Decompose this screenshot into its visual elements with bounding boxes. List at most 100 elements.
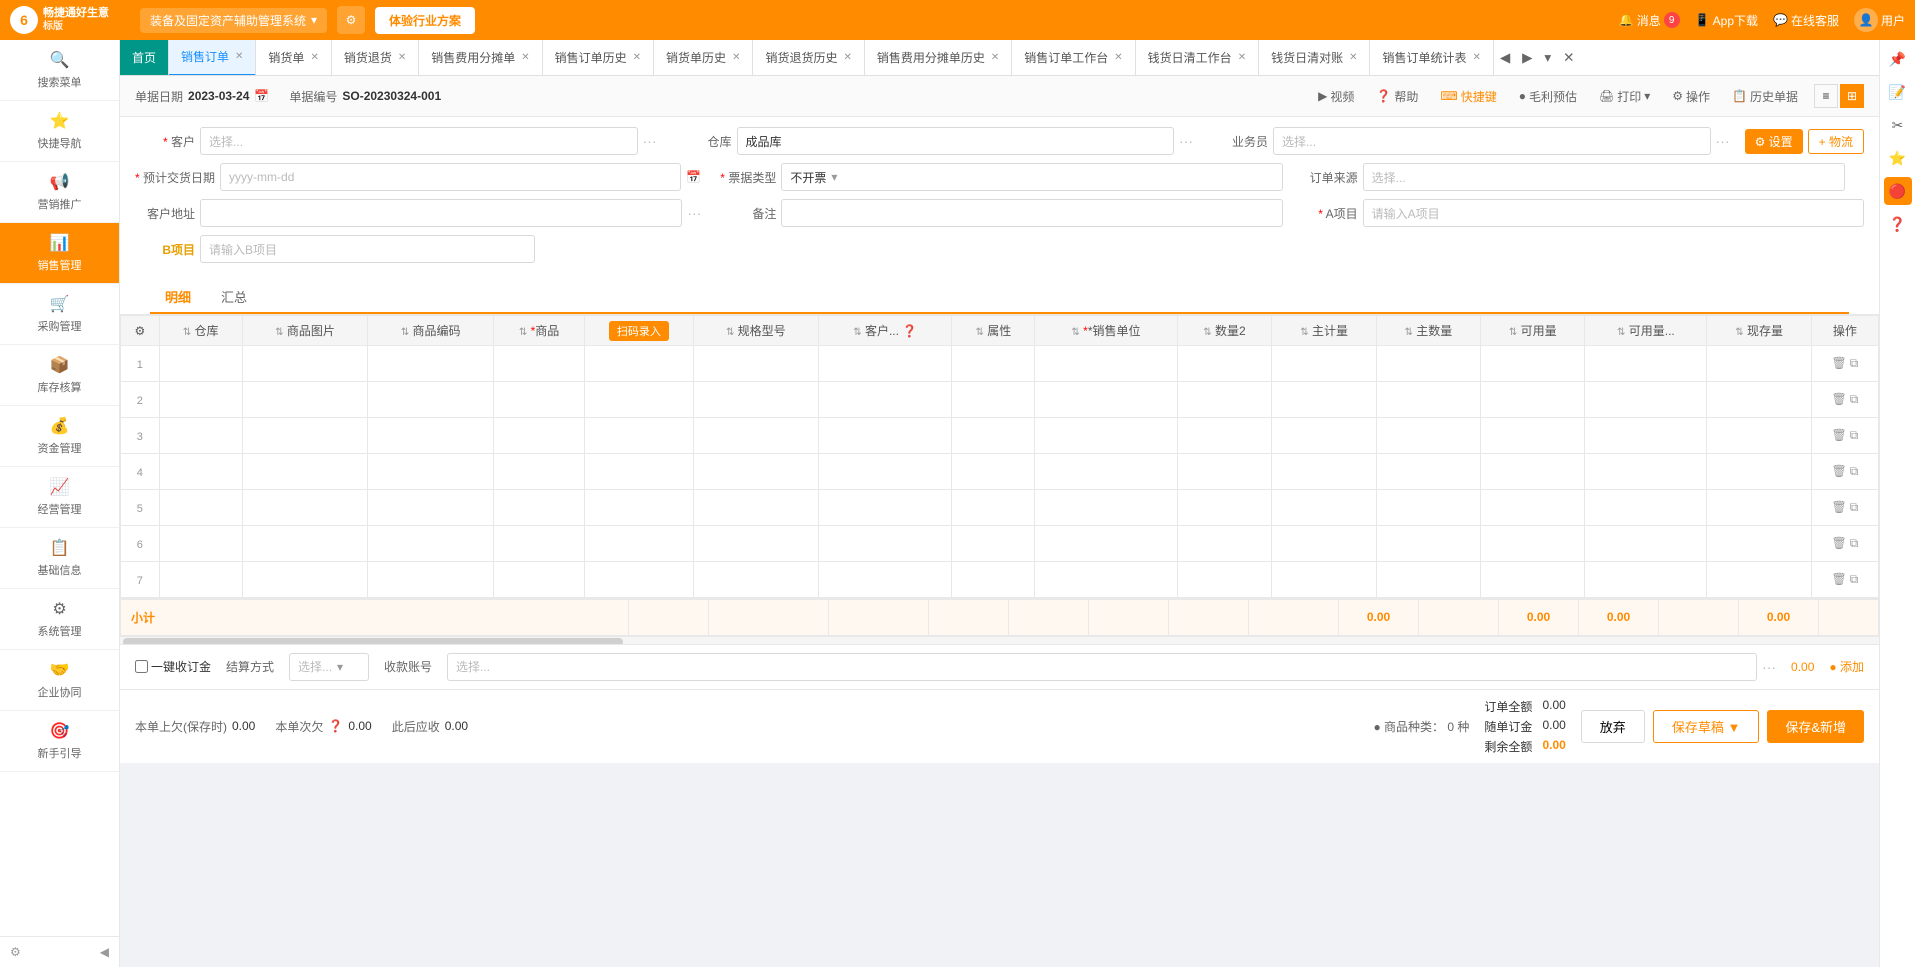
row-main-qty[interactable]: [1376, 418, 1480, 454]
tab-close-icon[interactable]: ✕: [235, 51, 243, 62]
tab-prev-button[interactable]: ◀: [1494, 40, 1516, 76]
tab-next-button[interactable]: ▶: [1516, 40, 1538, 76]
tab-close-icon[interactable]: ✕: [1349, 52, 1357, 63]
row-delete-button[interactable]: 🗑: [1831, 500, 1846, 515]
row-customer-code[interactable]: [819, 346, 952, 382]
row-name[interactable]: [493, 490, 584, 526]
row-code[interactable]: [368, 490, 494, 526]
tab-daily-reconcile[interactable]: 钱货日清对账 ✕: [1259, 40, 1370, 76]
merchandise-info-icon[interactable]: ●: [1373, 720, 1380, 734]
one-click-checkbox[interactable]: 一键收订金: [135, 658, 211, 675]
row-code[interactable]: [368, 382, 494, 418]
b-project-input[interactable]: 请输入B项目: [200, 235, 535, 263]
tab-close-icon[interactable]: ✕: [732, 52, 740, 63]
add-receipt-button[interactable]: ● 添加: [1829, 658, 1864, 675]
sidebar-item-business[interactable]: 📈 经营管理: [0, 467, 119, 528]
row-spec[interactable]: [693, 490, 819, 526]
row-delete-button[interactable]: 🗑: [1831, 572, 1846, 587]
remark-input[interactable]: [781, 199, 1282, 227]
row-main-qty[interactable]: [1376, 382, 1480, 418]
address-input[interactable]: [200, 199, 682, 227]
row-delete-button[interactable]: 🗑: [1831, 392, 1846, 407]
row-attribute[interactable]: [952, 382, 1035, 418]
receipt-account-input[interactable]: 选择...: [447, 653, 1757, 681]
row-unit[interactable]: [1035, 526, 1177, 562]
tab-close-icon[interactable]: ✕: [1473, 52, 1481, 63]
row-warehouse[interactable]: [159, 382, 242, 418]
row-warehouse[interactable]: [159, 346, 242, 382]
row-attribute[interactable]: [952, 454, 1035, 490]
row-unit[interactable]: [1035, 562, 1177, 598]
invoice-select[interactable]: 不开票 ▾: [781, 163, 1282, 191]
row-attribute[interactable]: [952, 490, 1035, 526]
sidebar-item-purchase[interactable]: 🛒 采购管理: [0, 284, 119, 345]
row-copy-button[interactable]: ⧉: [1850, 536, 1859, 551]
right-panel-help-button[interactable]: ❓: [1884, 210, 1912, 238]
row-unit[interactable]: [1035, 382, 1177, 418]
sidebar-item-sales[interactable]: 📊 销售管理: [0, 223, 119, 284]
tab-close-icon[interactable]: ✕: [991, 52, 999, 63]
delivery-input[interactable]: yyyy-mm-dd: [220, 163, 681, 191]
row-name[interactable]: [493, 346, 584, 382]
row-qty2[interactable]: [1177, 562, 1272, 598]
payment-method-select[interactable]: 选择... ▾: [289, 653, 369, 681]
right-panel-cut-button[interactable]: ✂: [1884, 111, 1912, 139]
tab-sales-order-history[interactable]: 销售订单历史 ✕: [543, 40, 654, 76]
tab-return-history[interactable]: 销货退货历史 ✕: [753, 40, 864, 76]
tab-summary[interactable]: 汇总: [206, 281, 262, 312]
tab-close-icon[interactable]: ✕: [1114, 52, 1122, 63]
row-qty2[interactable]: [1177, 346, 1272, 382]
row-name[interactable]: [493, 382, 584, 418]
tab-fee-history[interactable]: 销售费用分摊单历史 ✕: [865, 40, 1012, 76]
tab-goods-history[interactable]: 销货单历史 ✕: [654, 40, 753, 76]
tab-order-workbench[interactable]: 销售订单工作台 ✕: [1012, 40, 1135, 76]
sidebar-item-basic[interactable]: 📋 基础信息: [0, 528, 119, 589]
sidebar-item-inventory[interactable]: 📦 库存核算: [0, 345, 119, 406]
tab-close-all-button[interactable]: ✕: [1557, 40, 1580, 76]
tab-detail[interactable]: 明细: [150, 281, 206, 314]
right-panel-red-button[interactable]: 🔴: [1884, 177, 1912, 205]
row-customer-code[interactable]: [819, 562, 952, 598]
row-customer-code[interactable]: [819, 454, 952, 490]
row-delete-button[interactable]: 🗑: [1831, 464, 1846, 479]
info-icon[interactable]: ❓: [902, 324, 917, 338]
receipt-expand-icon[interactable]: ···: [1762, 659, 1776, 675]
row-attribute[interactable]: [952, 418, 1035, 454]
row-copy-button[interactable]: ⧉: [1850, 464, 1859, 479]
row-spec[interactable]: [693, 526, 819, 562]
row-code[interactable]: [368, 418, 494, 454]
row-delete-button[interactable]: 🗑: [1831, 536, 1846, 551]
tab-daily-workbench[interactable]: 钱货日清工作台 ✕: [1136, 40, 1259, 76]
list-view-button[interactable]: ≡: [1814, 84, 1838, 108]
row-name[interactable]: [493, 418, 584, 454]
right-panel-note-button[interactable]: 📝: [1884, 78, 1912, 106]
message-button[interactable]: 🔔 消息 9: [1619, 12, 1680, 29]
row-main-qty[interactable]: [1376, 562, 1480, 598]
row-copy-button[interactable]: ⧉: [1850, 392, 1859, 407]
tab-close-icon[interactable]: ✕: [633, 52, 641, 63]
row-copy-button[interactable]: ⧉: [1850, 356, 1859, 371]
view-button[interactable]: ▶ 视频: [1312, 86, 1360, 107]
sidebar-collapse-icon[interactable]: ◀: [100, 945, 109, 959]
row-code[interactable]: [368, 562, 494, 598]
row-unit[interactable]: [1035, 418, 1177, 454]
solution-button[interactable]: 体验行业方案: [375, 7, 475, 34]
right-panel-pin-button[interactable]: 📌: [1884, 45, 1912, 73]
save-new-button[interactable]: 保存&新增: [1767, 710, 1864, 743]
row-attribute[interactable]: [952, 562, 1035, 598]
staff-input[interactable]: 选择...: [1273, 127, 1711, 155]
tab-sales-stats[interactable]: 销售订单统计表 ✕: [1370, 40, 1493, 76]
row-attribute[interactable]: [952, 346, 1035, 382]
settings-button[interactable]: ⚙: [337, 6, 365, 34]
row-warehouse[interactable]: [159, 526, 242, 562]
row-unit[interactable]: [1035, 346, 1177, 382]
sidebar-item-collab[interactable]: 🤝 企业协同: [0, 650, 119, 711]
scan-button[interactable]: 扫码录入: [609, 321, 669, 341]
row-copy-button[interactable]: ⧉: [1850, 572, 1859, 587]
settings-link-button[interactable]: ⚙ 设置: [1745, 129, 1803, 154]
tab-close-icon[interactable]: ✕: [310, 52, 318, 63]
tab-close-icon[interactable]: ✕: [398, 52, 406, 63]
sidebar-settings-icon[interactable]: ⚙: [10, 945, 21, 959]
calendar-icon[interactable]: 📅: [254, 89, 269, 103]
sidebar-item-search[interactable]: 🔍 搜索菜单: [0, 40, 119, 101]
